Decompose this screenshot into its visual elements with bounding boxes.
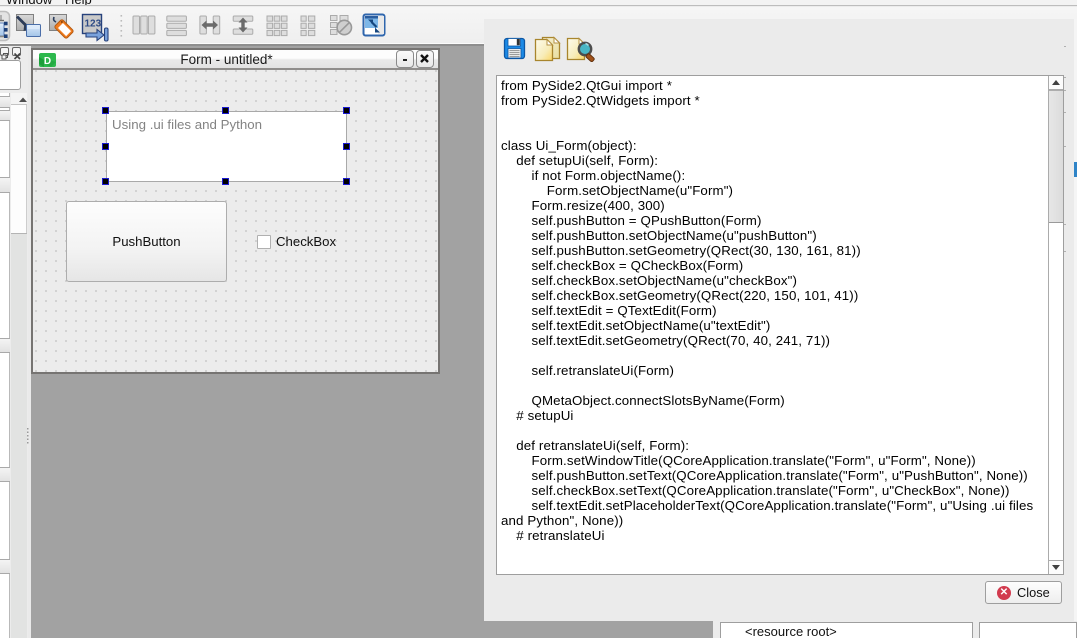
- svg-text:D: D: [44, 56, 51, 67]
- svg-text:123: 123: [85, 19, 102, 30]
